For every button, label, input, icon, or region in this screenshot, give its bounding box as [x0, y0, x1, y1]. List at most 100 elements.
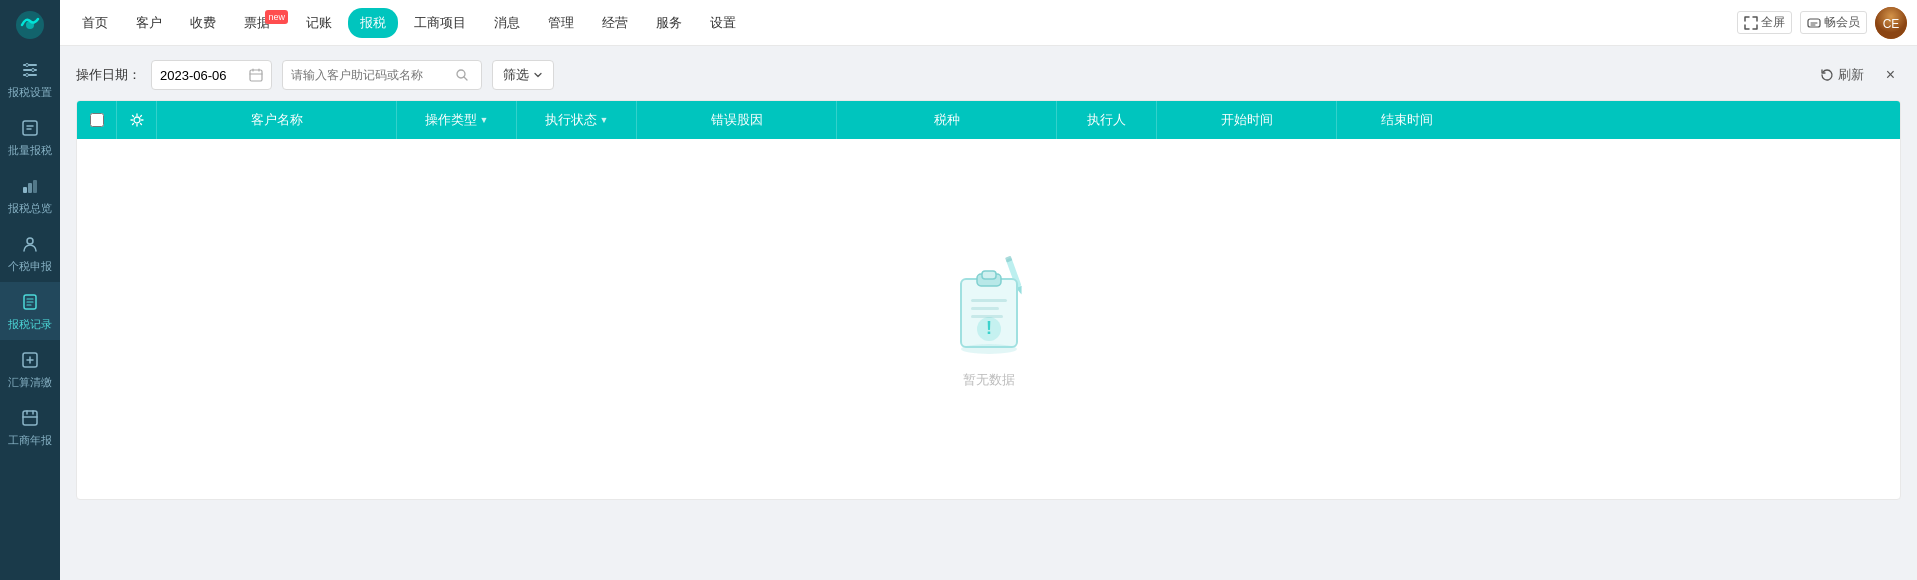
- nav-items: 首页 客户 收费 票据 new 记账 报税 工商项目 消息 管理 经营 服务 设…: [70, 8, 1737, 38]
- record-icon: [18, 290, 42, 314]
- svg-rect-27: [982, 271, 996, 279]
- overview-icon: [18, 174, 42, 198]
- sidebar-item-label: 批量报税: [8, 143, 52, 158]
- toolbar: 操作日期： 筛选: [76, 60, 1901, 90]
- close-button[interactable]: ×: [1880, 64, 1901, 86]
- new-badge: new: [265, 10, 288, 24]
- sidebar-item-label: 报税记录: [8, 317, 52, 332]
- avatar[interactable]: CE: [1875, 7, 1907, 39]
- chevron-down-icon: [533, 70, 543, 80]
- sidebar-item-geshuishenbao[interactable]: 个税申报: [0, 224, 60, 282]
- svg-rect-11: [33, 180, 37, 193]
- th-end-time: 结束时间: [1337, 101, 1477, 139]
- empty-text: 暂无数据: [963, 371, 1015, 389]
- empty-state: ! 暂无数据: [939, 249, 1039, 389]
- filter-icon-operation: ▼: [480, 115, 489, 125]
- svg-rect-15: [23, 411, 37, 425]
- th-start-time: 开始时间: [1157, 101, 1337, 139]
- table-body-empty: ! 暂无数据: [77, 139, 1900, 499]
- search-icon: [455, 68, 469, 82]
- personal-tax-icon: [18, 232, 42, 256]
- refresh-button[interactable]: 刷新: [1812, 62, 1872, 88]
- topnav-right: 全屏 畅会员 CE: [1737, 7, 1907, 39]
- data-table: 客户名称 操作类型 ▼ 执行状态 ▼ 错误股因 税种: [76, 100, 1901, 500]
- svg-rect-19: [250, 70, 262, 81]
- sidebar-item-label: 汇算清缴: [8, 375, 52, 390]
- nav-piaoju[interactable]: 票据 new: [232, 8, 290, 38]
- nav-shezhi[interactable]: 设置: [698, 8, 748, 38]
- refresh-icon: [1820, 68, 1834, 82]
- nav-jingying[interactable]: 经营: [590, 8, 640, 38]
- fullscreen-icon: [1744, 16, 1758, 30]
- filter-button[interactable]: 筛选: [492, 60, 554, 90]
- member-button[interactable]: 畅会员: [1800, 11, 1867, 34]
- sidebar-item-piliangshaoshui[interactable]: 批量报税: [0, 108, 60, 166]
- th-operation-type[interactable]: 操作类型 ▼: [397, 101, 517, 139]
- date-input[interactable]: [160, 68, 245, 83]
- table-settings-icon: [129, 112, 145, 128]
- nav-guanli[interactable]: 管理: [536, 8, 586, 38]
- svg-point-21: [134, 117, 140, 123]
- sidebar-items: 报税设置 批量报税 报税总览: [0, 50, 60, 456]
- svg-rect-29: [971, 307, 999, 310]
- main-area: 首页 客户 收费 票据 new 记账 报税 工商项目 消息 管理 经营 服务 设…: [60, 0, 1917, 580]
- empty-illustration-svg: !: [939, 249, 1039, 359]
- th-checkbox[interactable]: [77, 101, 117, 139]
- sidebar-logo[interactable]: [0, 0, 60, 50]
- nav-fuwu[interactable]: 服务: [644, 8, 694, 38]
- nav-gongshangxiangmu[interactable]: 工商项目: [402, 8, 478, 38]
- nav-shoufei[interactable]: 收费: [178, 8, 228, 38]
- svg-rect-8: [23, 121, 37, 135]
- svg-point-6: [32, 69, 35, 72]
- settings-icon: [18, 58, 42, 82]
- content-area: 操作日期： 筛选: [60, 46, 1917, 580]
- sidebar-item-label: 报税总览: [8, 201, 52, 216]
- th-exec-status[interactable]: 执行状态 ▼: [517, 101, 637, 139]
- svg-point-33: [961, 344, 1017, 354]
- th-executor: 执行人: [1057, 101, 1157, 139]
- annual-icon: [18, 406, 42, 430]
- svg-rect-9: [23, 187, 27, 193]
- member-icon: [1807, 16, 1821, 30]
- top-nav: 首页 客户 收费 票据 new 记账 报税 工商项目 消息 管理 经营 服务 设…: [60, 0, 1917, 46]
- batch-icon: [18, 116, 42, 140]
- th-error-reason: 错误股因: [637, 101, 837, 139]
- sidebar-item-huisuanqingsuan[interactable]: 汇算清缴: [0, 340, 60, 398]
- nav-customer[interactable]: 客户: [124, 8, 174, 38]
- svg-point-7: [26, 74, 29, 77]
- date-label: 操作日期：: [76, 66, 141, 84]
- date-picker[interactable]: [151, 60, 272, 90]
- nav-baoshui[interactable]: 报税: [348, 8, 398, 38]
- svg-text:CE: CE: [1883, 17, 1900, 31]
- nav-home[interactable]: 首页: [70, 8, 120, 38]
- table-header: 客户名称 操作类型 ▼ 执行状态 ▼ 错误股因 税种: [77, 101, 1900, 139]
- svg-rect-28: [971, 299, 1007, 302]
- svg-point-12: [27, 238, 33, 244]
- nav-jizhang[interactable]: 记账: [294, 8, 344, 38]
- svg-text:!: !: [986, 318, 992, 338]
- sidebar-item-baoshuishezhi[interactable]: 报税设置: [0, 50, 60, 108]
- sidebar-item-gongshangnianbaо[interactable]: 工商年报: [0, 398, 60, 456]
- search-input[interactable]: [291, 68, 451, 82]
- th-tax-type: 税种: [837, 101, 1057, 139]
- sidebar-item-label: 工商年报: [8, 433, 52, 448]
- fullscreen-button[interactable]: 全屏: [1737, 11, 1792, 34]
- svg-point-5: [26, 64, 29, 67]
- th-customer-name: 客户名称: [157, 101, 397, 139]
- nav-xiaoxi[interactable]: 消息: [482, 8, 532, 38]
- sidebar: 报税设置 批量报税 报税总览: [0, 0, 60, 580]
- svg-point-1: [26, 21, 34, 29]
- sidebar-item-baoshuizonglan[interactable]: 报税总览: [0, 166, 60, 224]
- svg-rect-10: [28, 183, 32, 193]
- th-settings[interactable]: [117, 101, 157, 139]
- select-all-checkbox[interactable]: [90, 113, 104, 127]
- filter-icon-status: ▼: [600, 115, 609, 125]
- settle-icon: [18, 348, 42, 372]
- sidebar-item-baoshuijilu[interactable]: 报税记录: [0, 282, 60, 340]
- search-wrap[interactable]: [282, 60, 482, 90]
- page-content: 操作日期： 筛选: [60, 46, 1917, 580]
- sidebar-item-label: 个税申报: [8, 259, 52, 274]
- calendar-icon: [249, 68, 263, 82]
- sidebar-item-label: 报税设置: [8, 85, 52, 100]
- toolbar-right: 刷新 ×: [1812, 62, 1901, 88]
